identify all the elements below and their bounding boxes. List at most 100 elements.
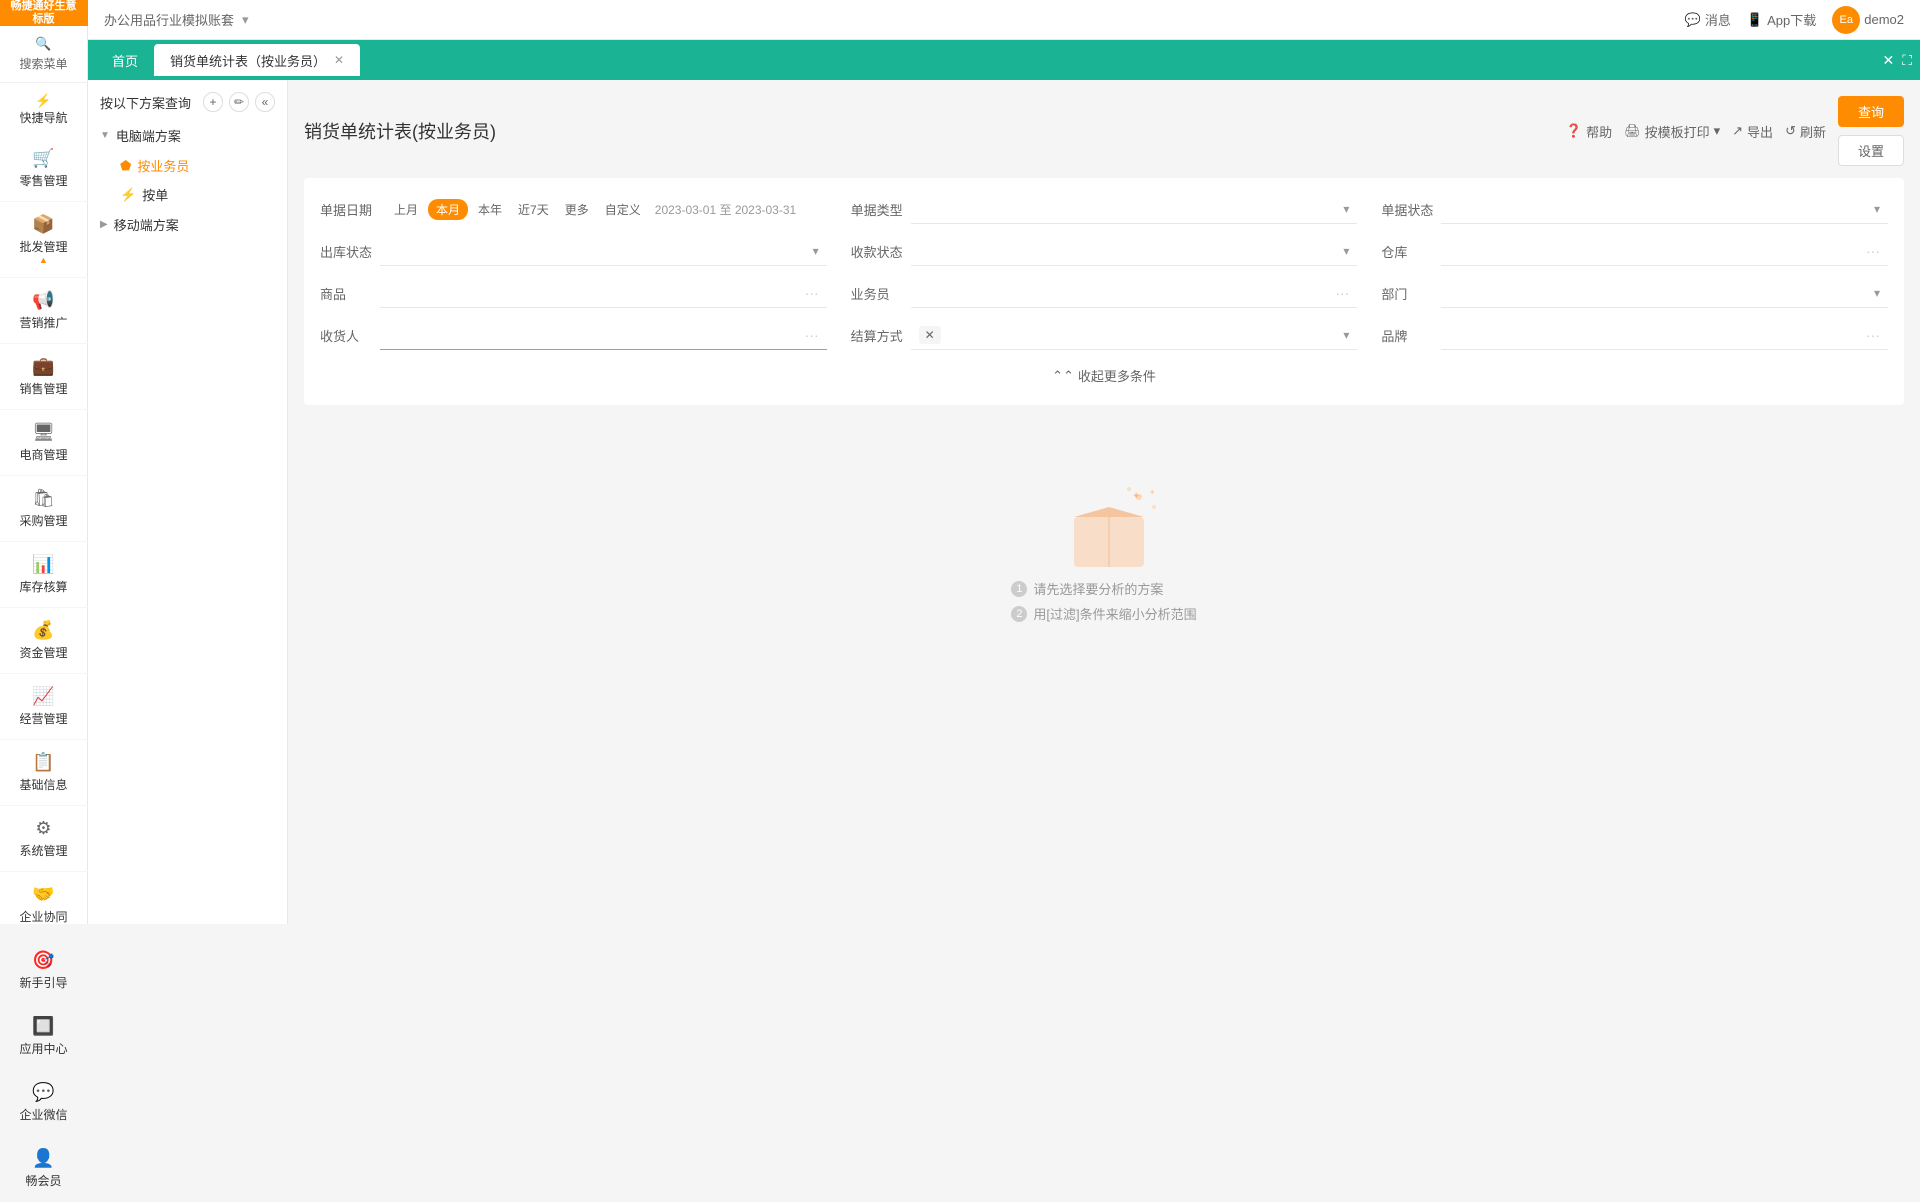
member-label: 畅会员 [25, 1172, 61, 1189]
refresh-btn[interactable]: ↺ 刷新 [1785, 122, 1826, 141]
sidebar-item-wechat[interactable]: 💬 企业微信 [0, 1070, 88, 1136]
edit-scheme-btn[interactable]: ✏ [229, 92, 249, 112]
product-input[interactable]: ··· [380, 278, 827, 308]
user-area[interactable]: Ea demo2 [1832, 6, 1904, 34]
tip-num-2: 2 [1011, 606, 1027, 622]
collapse-btn[interactable]: ⌃⌃ 收起更多条件 [1052, 362, 1156, 389]
tree-item-by-salesperson[interactable]: ⬟ 按业务员 [88, 151, 287, 180]
sidebar-item-sales[interactable]: 💼 销售管理 [0, 344, 88, 410]
brand-more-icon[interactable]: ··· [1866, 327, 1880, 343]
sidebar-item-retail[interactable]: 🛒 零售管理 [0, 136, 88, 202]
sidebar-item-inventory[interactable]: 📊 库存核算 [0, 542, 88, 608]
template-print-label: 按模板打印 [1645, 122, 1710, 141]
sidebar-item-apps[interactable]: 🔲 应用中心 [0, 1004, 88, 1070]
sidebar-item-wholesale[interactable]: 📦 批发管理 ▲ [0, 202, 88, 278]
sidebar-shortcut[interactable]: ⚡ 快捷导航 [0, 83, 88, 136]
page-actions: ❓ 帮助 🖨 按模板打印 ▾ ↗ 导出 ↺ 刷新 [1566, 96, 1904, 166]
refresh-icon: ↺ [1785, 123, 1796, 139]
date-btn-custom[interactable]: 自定义 [599, 199, 647, 220]
sidebar-item-member[interactable]: 👤 畅会员 [0, 1136, 88, 1202]
apps-icon: 🔲 [32, 1016, 54, 1037]
collect-status-input[interactable]: ▾ [911, 236, 1358, 266]
date-btn-7days[interactable]: 近7天 [512, 199, 555, 220]
template-print-btn[interactable]: 🖨 按模板打印 ▾ [1624, 122, 1720, 141]
sidebar-item-operation[interactable]: 📈 经营管理 [0, 674, 88, 740]
filter-department: 部门 ▾ [1381, 278, 1888, 308]
tab-close-icon[interactable]: ✕ [334, 53, 344, 67]
app-download-btn[interactable]: 📱 App下载 [1747, 10, 1816, 29]
breadcrumb-dropdown-icon[interactable]: ▾ [242, 12, 249, 28]
empty-tip-2: 2 用[过滤]条件来缩小分析范围 [1011, 604, 1196, 623]
tree-desktop-schemes[interactable]: ▼ 电脑端方案 [88, 120, 287, 151]
warehouse-label: 仓库 [1381, 242, 1441, 261]
username: demo2 [1864, 12, 1904, 27]
collect-status-label: 收款状态 [851, 242, 911, 261]
query-button[interactable]: 查询 [1838, 96, 1904, 127]
tree-mobile-schemes[interactable]: ▶ 移动端方案 [88, 209, 287, 240]
tree-item-by-order[interactable]: ⚡ 按单 [88, 180, 287, 209]
tab-sales-label: 销货单统计表（按业务员） [170, 51, 326, 70]
corp-icon: 🤝 [32, 884, 54, 905]
member-icon: 👤 [32, 1148, 54, 1169]
sidebar-item-system[interactable]: ⚙ 系统管理 [0, 806, 88, 872]
sales-icon: 💼 [32, 356, 54, 377]
add-scheme-btn[interactable]: + [203, 92, 223, 112]
refresh-label: 刷新 [1800, 122, 1826, 141]
sidebar-search[interactable]: 🔍 搜索菜单 [0, 26, 88, 83]
product-more-icon[interactable]: ··· [805, 285, 819, 301]
sidebar-item-finance[interactable]: 💰 资金管理 [0, 608, 88, 674]
date-btn-this-month[interactable]: 本月 [428, 199, 468, 220]
date-btn-more[interactable]: 更多 [559, 199, 595, 220]
message-icon: 💬 [1685, 12, 1701, 28]
shortcut-label: 快捷导航 [19, 109, 67, 126]
salesperson-more-icon[interactable]: ··· [1335, 285, 1349, 301]
empty-tip-1: 1 请先选择要分析的方案 [1011, 579, 1196, 598]
tab-fullscreen-icon[interactable]: ⛶ [1902, 52, 1912, 69]
date-btn-last-month[interactable]: 上月 [388, 199, 424, 220]
doc-status-label: 单据状态 [1381, 200, 1441, 219]
empty-illustration: ✦ ✦ [1054, 477, 1154, 567]
basic-icon: 📋 [32, 752, 54, 773]
doc-type-input[interactable]: ▾ [911, 194, 1358, 224]
out-status-label: 出库状态 [320, 242, 380, 261]
help-btn[interactable]: ❓ 帮助 [1566, 122, 1612, 141]
tip-text-2: 用[过滤]条件来缩小分析范围 [1033, 604, 1196, 623]
warehouse-input[interactable]: ··· [1441, 236, 1888, 266]
salesperson-input[interactable]: ··· [911, 278, 1358, 308]
receiver-input[interactable]: ··· [380, 320, 827, 350]
main-area: 办公用品行业模拟账套 ▾ 💬 消息 📱 App下载 Ea demo2 首页 销货… [88, 0, 1920, 924]
tab-home[interactable]: 首页 [96, 44, 154, 76]
sidebar-item-marketing[interactable]: 📢 营销推广 [0, 278, 88, 344]
sidebar: 畅捷通好生意标版 🔍 搜索菜单 ⚡ 快捷导航 🛒 零售管理 📦 批发管理 ▲ 📢… [0, 0, 88, 924]
system-icon: ⚙ [35, 818, 51, 839]
message-btn[interactable]: 💬 消息 [1685, 10, 1731, 29]
out-status-input[interactable]: ▾ [380, 236, 827, 266]
sidebar-item-ecommerce[interactable]: 🖥 电商管理 [0, 410, 88, 476]
filter-row-1: 单据日期 上月 本月 本年 近7天 更多 自定义 2023-03-01 至 20… [320, 194, 1888, 224]
newbie-icon: 🎯 [32, 950, 54, 971]
receiver-more-icon[interactable]: ··· [805, 327, 819, 343]
basic-label: 基础信息 [19, 776, 67, 793]
settle-input[interactable]: ✕ ▾ [911, 320, 1358, 350]
sidebar-item-basic[interactable]: 📋 基础信息 [0, 740, 88, 806]
tab-close-window-icon[interactable]: ✕ [1882, 52, 1894, 69]
setting-button[interactable]: 设置 [1838, 135, 1904, 166]
filter-row-2: 出库状态 ▾ 收款状态 ▾ [320, 236, 1888, 266]
sidebar-item-purchase[interactable]: 🛍 采购管理 [0, 476, 88, 542]
settle-clear-tag: ✕ [919, 326, 941, 344]
sidebar-item-newbie[interactable]: 🎯 新手引导 [0, 938, 88, 1004]
export-btn[interactable]: ↗ 导出 [1732, 122, 1773, 141]
warehouse-more-icon[interactable]: ··· [1866, 243, 1880, 259]
collapse-panel-btn[interactable]: « [255, 92, 275, 112]
brand-input[interactable]: ··· [1441, 320, 1888, 350]
apps-label: 应用中心 [19, 1040, 67, 1057]
department-input[interactable]: ▾ [1441, 278, 1888, 308]
filter-salesperson: 业务员 ··· [851, 278, 1358, 308]
sidebar-item-corp[interactable]: 🤝 企业协同 [0, 872, 88, 938]
settle-clear-icon[interactable]: ✕ [925, 328, 935, 342]
doc-status-input[interactable]: ▾ [1441, 194, 1888, 224]
product-label: 商品 [320, 284, 380, 303]
date-btn-this-year[interactable]: 本年 [472, 199, 508, 220]
tab-sales-stat[interactable]: 销货单统计表（按业务员） ✕ [154, 44, 360, 76]
filter-brand: 品牌 ··· [1381, 320, 1888, 350]
